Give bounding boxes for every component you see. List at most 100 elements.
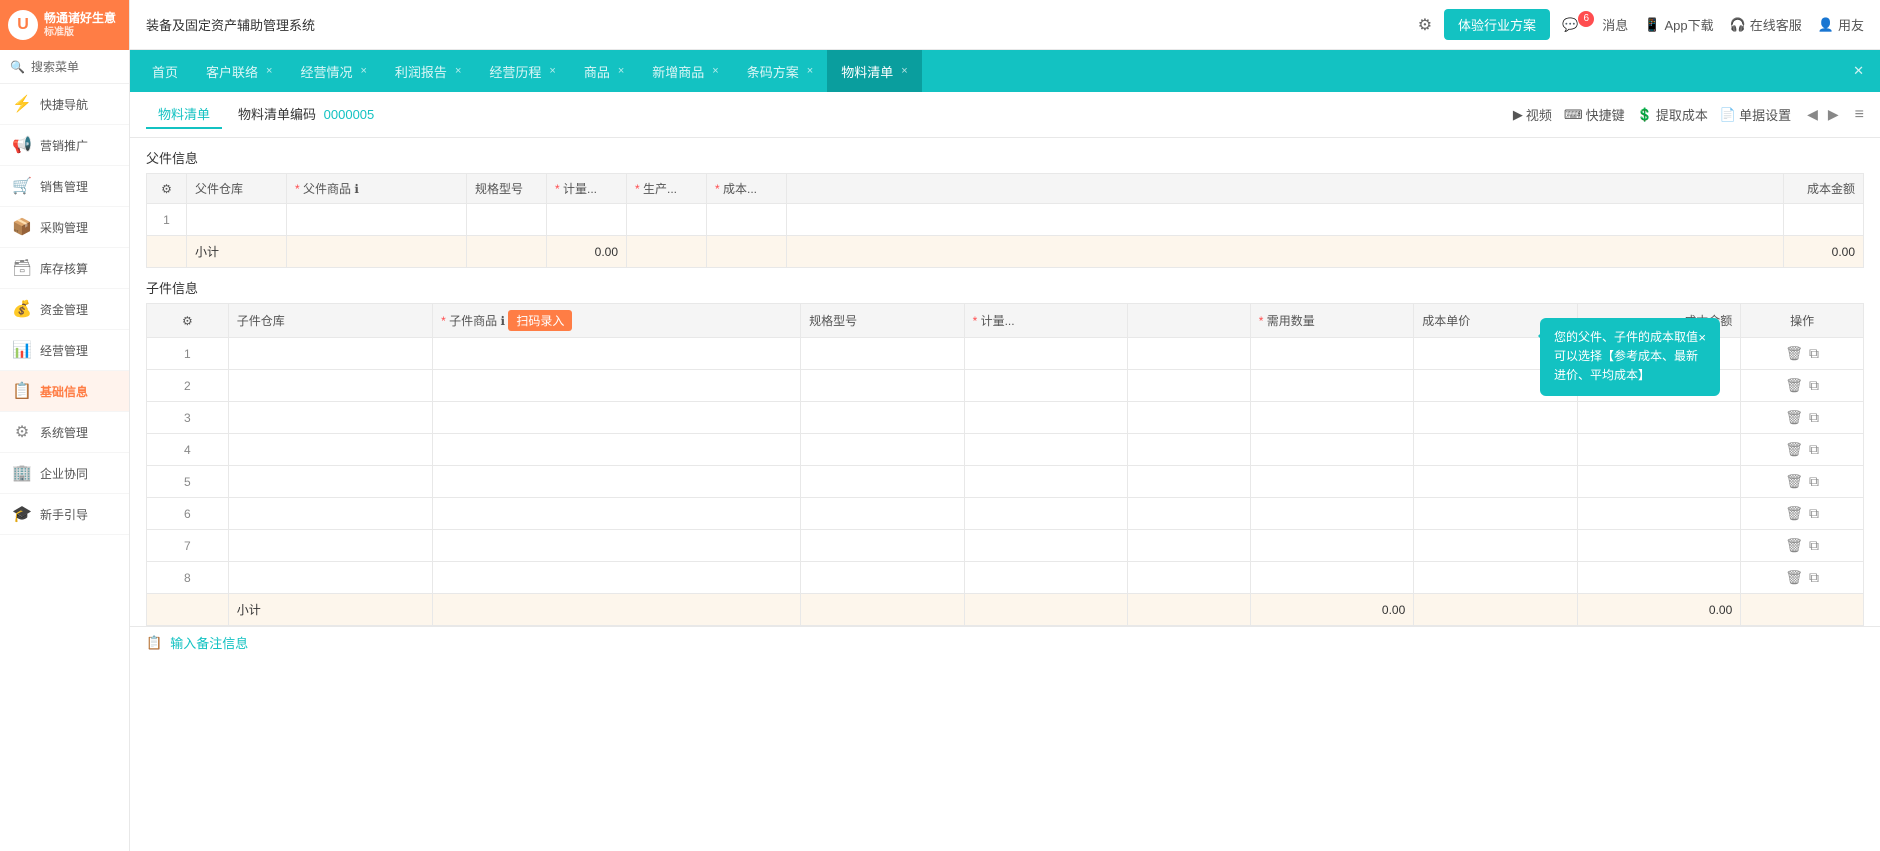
child-row-8-warehouse[interactable] [228, 562, 432, 594]
message-action[interactable]: 💬 6 消息 [1562, 15, 1628, 34]
view-switcher[interactable]: ≡ [1855, 106, 1864, 124]
tooltip-close[interactable]: × [1698, 328, 1706, 349]
delete-icon-7[interactable]: 🗑 [1785, 537, 1803, 554]
next-arrow[interactable]: ▶ [1824, 104, 1843, 125]
parent-row-1-spec[interactable] [467, 204, 547, 236]
child-row-3-unit[interactable] [964, 402, 1128, 434]
child-row-3-spec[interactable] [801, 402, 965, 434]
child-row-4-warehouse[interactable] [228, 434, 432, 466]
child-row-7-product[interactable] [433, 530, 801, 562]
child-row-6-unit[interactable] [964, 498, 1128, 530]
child-th-settings[interactable]: ⚙ [147, 304, 229, 338]
nav-tab-goods[interactable]: 商品× [570, 50, 638, 92]
child-row-3-qty[interactable] [1250, 402, 1414, 434]
child-row-8-qty[interactable] [1250, 562, 1414, 594]
child-row-1-spec[interactable] [801, 338, 965, 370]
sidebar-item-marketing[interactable]: 📢营销推广 [0, 125, 129, 166]
sub-tab-bom-code[interactable]: 物料清单编码 0000005 [226, 100, 386, 129]
child-row-3-unit-price[interactable] [1414, 402, 1578, 434]
child-row-1-unit[interactable] [964, 338, 1128, 370]
child-row-7-unit[interactable] [964, 530, 1128, 562]
child-row-6-spec[interactable] [801, 498, 965, 530]
sidebar-item-guide[interactable]: 🎓新手引导 [0, 494, 129, 535]
child-row-6-unit-price[interactable] [1414, 498, 1578, 530]
child-row-6-warehouse[interactable] [228, 498, 432, 530]
close-all-tabs[interactable]: ✕ [1845, 63, 1872, 79]
child-row-7-qty[interactable] [1250, 530, 1414, 562]
nav-tab-barcode[interactable]: 条码方案× [733, 50, 827, 92]
nav-tab-close-profit[interactable]: × [455, 65, 461, 77]
delete-icon-6[interactable]: 🗑 [1785, 505, 1803, 522]
child-row-5-product[interactable] [433, 466, 801, 498]
child-row-7-spec[interactable] [801, 530, 965, 562]
trial-button[interactable]: 体验行业方案 [1444, 9, 1550, 40]
copy-icon-4[interactable]: ⧉ [1809, 441, 1819, 458]
sidebar-item-finance[interactable]: 💰资金管理 [0, 289, 129, 330]
search-menu[interactable]: 🔍 搜索菜单 [0, 50, 129, 84]
delete-icon-2[interactable]: 🗑 [1785, 377, 1803, 394]
delete-icon-8[interactable]: 🗑 [1785, 569, 1803, 586]
child-row-2-warehouse[interactable] [228, 370, 432, 402]
child-row-1-warehouse[interactable] [228, 338, 432, 370]
copy-icon-7[interactable]: ⧉ [1809, 537, 1819, 554]
child-row-8-unit[interactable] [964, 562, 1128, 594]
sidebar-item-operations[interactable]: 📊经营管理 [0, 330, 129, 371]
child-row-1-product[interactable] [433, 338, 801, 370]
delete-icon-1[interactable]: 🗑 [1785, 345, 1803, 362]
child-row-5-unit-price[interactable] [1414, 466, 1578, 498]
nav-tab-close-new-goods[interactable]: × [712, 65, 718, 77]
sidebar-item-inventory[interactable]: 🗃库存核算 [0, 248, 129, 289]
child-row-2-unit[interactable] [964, 370, 1128, 402]
nav-tab-home[interactable]: 首页 [138, 50, 192, 92]
nav-tab-bom[interactable]: 物料清单× [827, 50, 921, 92]
delete-icon-5[interactable]: 🗑 [1785, 473, 1803, 490]
parent-row-1-cost[interactable] [707, 204, 787, 236]
child-row-2-spec[interactable] [801, 370, 965, 402]
shortcut-action[interactable]: ⌨ 快捷键 [1564, 105, 1625, 124]
child-row-2-product[interactable] [433, 370, 801, 402]
child-row-8-product[interactable] [433, 562, 801, 594]
sub-tab-bom-list[interactable]: 物料清单 [146, 100, 222, 129]
sidebar-item-quick-nav[interactable]: ⚡快捷导航 [0, 84, 129, 125]
nav-tab-customer[interactable]: 客户联络× [192, 50, 286, 92]
parent-row-1-product[interactable] [287, 204, 467, 236]
parent-row-1-unit[interactable] [547, 204, 627, 236]
delete-icon-3[interactable]: 🗑 [1785, 409, 1803, 426]
child-row-2-qty[interactable] [1250, 370, 1414, 402]
copy-icon-1[interactable]: ⧉ [1809, 345, 1819, 362]
copy-icon-5[interactable]: ⧉ [1809, 473, 1819, 490]
nav-tab-close-barcode[interactable]: × [807, 65, 813, 77]
copy-icon-6[interactable]: ⧉ [1809, 505, 1819, 522]
nav-tab-close-customer[interactable]: × [266, 65, 272, 77]
sidebar-item-basic-info[interactable]: 📋基础信息 [0, 371, 129, 412]
copy-icon-3[interactable]: ⧉ [1809, 409, 1819, 426]
user-action[interactable]: 👤 用友 [1818, 15, 1864, 34]
nav-tab-operations[interactable]: 经营情况× [286, 50, 380, 92]
copy-icon-2[interactable]: ⧉ [1809, 377, 1819, 394]
child-row-5-spec[interactable] [801, 466, 965, 498]
child-row-4-product[interactable] [433, 434, 801, 466]
child-row-8-unit-price[interactable] [1414, 562, 1578, 594]
nav-tab-new-goods[interactable]: 新增商品× [638, 50, 732, 92]
settings-icon[interactable]: ⚙ [1418, 15, 1432, 35]
scan-button[interactable]: 扫码录入 [508, 310, 572, 331]
child-row-5-warehouse[interactable] [228, 466, 432, 498]
nav-tab-close-bom[interactable]: × [901, 65, 907, 77]
child-row-5-qty[interactable] [1250, 466, 1414, 498]
single-settings-action[interactable]: 📄 单据设置 [1720, 105, 1791, 124]
child-row-8-spec[interactable] [801, 562, 965, 594]
nav-tab-close-history[interactable]: × [549, 65, 555, 77]
child-row-1-qty[interactable] [1250, 338, 1414, 370]
child-row-6-qty[interactable] [1250, 498, 1414, 530]
prev-arrow[interactable]: ◀ [1803, 104, 1822, 125]
online-service-action[interactable]: 🎧 在线客服 [1730, 15, 1802, 34]
nav-tab-close-goods[interactable]: × [618, 65, 624, 77]
child-row-3-warehouse[interactable] [228, 402, 432, 434]
child-row-7-warehouse[interactable] [228, 530, 432, 562]
child-row-6-product[interactable] [433, 498, 801, 530]
child-row-4-qty[interactable] [1250, 434, 1414, 466]
bottom-bar[interactable]: 📋 输入备注信息 [130, 626, 1880, 658]
sidebar-item-enterprise[interactable]: 🏢企业协同 [0, 453, 129, 494]
parent-row-1-warehouse[interactable] [187, 204, 287, 236]
child-row-4-unit[interactable] [964, 434, 1128, 466]
